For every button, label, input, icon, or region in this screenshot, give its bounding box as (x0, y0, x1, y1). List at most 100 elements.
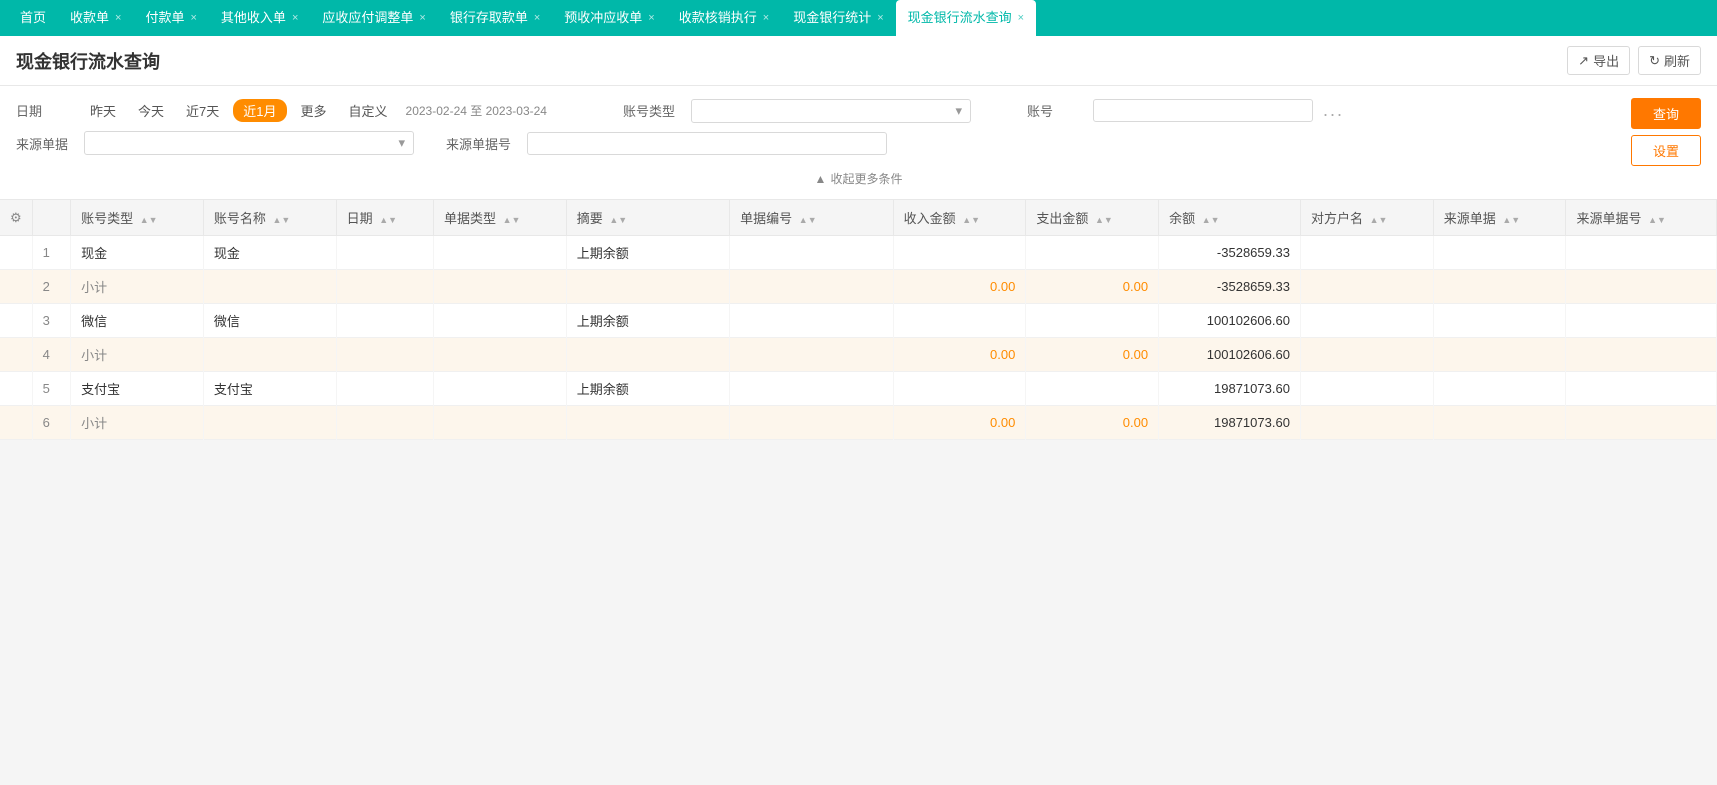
nav-collection-exec[interactable]: 收款核销执行 × (667, 0, 781, 36)
nav-prepay-offset-close[interactable]: × (648, 0, 654, 36)
account-input[interactable] (1093, 99, 1313, 122)
source-doc-filter-label: 来源单据 (16, 134, 68, 153)
cell-balance-3: 100102606.60 (1159, 338, 1301, 372)
collapse-bar[interactable]: ▲ 收起更多条件 (16, 166, 1701, 191)
cell-num-0: 1 (32, 236, 70, 270)
export-button[interactable]: ↗ 导出 (1567, 46, 1630, 75)
cell-counterparty-5 (1300, 406, 1433, 440)
settings-button[interactable]: 设置 (1631, 135, 1701, 166)
date-opt-7days[interactable]: 近7天 (178, 99, 227, 122)
account-type-arrow-icon: ▾ (955, 103, 962, 119)
source-doc-no-input[interactable] (527, 132, 887, 155)
sort-expense-icon[interactable]: ▲▼ (1095, 215, 1113, 225)
sort-counterparty-icon[interactable]: ▲▼ (1370, 215, 1388, 225)
cell-source-doc-1 (1433, 270, 1566, 304)
table-header-row: ⚙ 账号类型 ▲▼ 账号名称 ▲▼ 日期 ▲▼ 单据类型 ▲▼ (0, 200, 1717, 236)
nav-cash-bank-stats[interactable]: 现金银行统计 × (781, 0, 895, 36)
sort-account-name-icon[interactable]: ▲▼ (273, 215, 291, 225)
sort-doc-type-icon[interactable]: ▲▼ (503, 215, 521, 225)
nav-home-label: 首页 (20, 0, 46, 36)
nav-other-income-label: 其他收入单 (221, 0, 286, 36)
nav-cash-bank-flow-close[interactable]: × (1018, 0, 1024, 36)
sort-balance-icon[interactable]: ▲▼ (1202, 215, 1220, 225)
nav-other-income[interactable]: 其他收入单 × (209, 0, 310, 36)
nav-receipt[interactable]: 收款单 × (58, 0, 133, 36)
cell-account-name-4: 支付宝 (203, 372, 336, 406)
filter-area: 日期 昨天 今天 近7天 近1月 更多 自定义 2023-02-24 至 202… (0, 86, 1717, 200)
nav-payment-close[interactable]: × (190, 0, 196, 36)
cell-gear-2 (0, 304, 32, 338)
nav-payment[interactable]: 付款单 × (133, 0, 208, 36)
cell-balance-2: 100102606.60 (1159, 304, 1301, 338)
nav-cash-bank-flow[interactable]: 现金银行流水查询 × (896, 0, 1036, 36)
col-expense[interactable]: 支出金额 ▲▼ (1026, 200, 1159, 236)
col-balance[interactable]: 余额 ▲▼ (1159, 200, 1301, 236)
collapse-label: 收起更多条件 (830, 170, 902, 187)
source-doc-select[interactable]: ▾ (84, 131, 414, 155)
nav-bank-deposit-close[interactable]: × (534, 0, 540, 36)
date-opt-1month[interactable]: 近1月 (233, 99, 286, 122)
query-button[interactable]: 查询 (1631, 98, 1701, 129)
date-opt-today[interactable]: 今天 (130, 99, 172, 122)
sort-summary-icon[interactable]: ▲▼ (609, 215, 627, 225)
col-summary[interactable]: 摘要 ▲▼ (566, 200, 729, 236)
nav-bank-deposit[interactable]: 银行存取款单 × (438, 0, 552, 36)
cell-account-type-1: 小计 (71, 270, 204, 304)
col-account-type[interactable]: 账号类型 ▲▼ (71, 200, 204, 236)
col-income[interactable]: 收入金额 ▲▼ (893, 200, 1026, 236)
col-doc-no[interactable]: 单据编号 ▲▼ (730, 200, 893, 236)
col-counterparty[interactable]: 对方户名 ▲▼ (1300, 200, 1433, 236)
date-filter-label: 日期 (16, 101, 66, 120)
cell-doc-type-2 (433, 304, 566, 338)
col-account-name[interactable]: 账号名称 ▲▼ (203, 200, 336, 236)
date-opt-custom[interactable]: 自定义 (341, 99, 396, 122)
table-row: 6 小计 0.00 0.00 19871073.60 (0, 406, 1717, 440)
cell-expense-4 (1026, 372, 1159, 406)
cell-source-doc-no-3 (1566, 338, 1717, 372)
cell-date-4 (336, 372, 433, 406)
cell-doc-no-4 (730, 372, 893, 406)
query-label: 查询 (1653, 107, 1679, 122)
cell-doc-type-1 (433, 270, 566, 304)
nav-collection-exec-close[interactable]: × (763, 0, 769, 36)
sort-date-icon[interactable]: ▲▼ (379, 215, 397, 225)
col-source-doc[interactable]: 来源单据 ▲▼ (1433, 200, 1566, 236)
source-doc-no-filter-label: 来源单据号 (446, 134, 511, 153)
nav-other-income-close[interactable]: × (292, 0, 298, 36)
cell-doc-no-5 (730, 406, 893, 440)
account-type-select[interactable]: ▾ (691, 99, 971, 123)
cell-gear-1 (0, 270, 32, 304)
refresh-icon: ↻ (1649, 53, 1660, 69)
nav-prepay-offset[interactable]: 预收冲应收单 × (552, 0, 666, 36)
cell-income-1: 0.00 (893, 270, 1026, 304)
col-doc-type[interactable]: 单据类型 ▲▼ (433, 200, 566, 236)
refresh-button[interactable]: ↻ 刷新 (1638, 46, 1701, 75)
cell-summary-3 (566, 338, 729, 372)
nav-ar-ap-adjust-close[interactable]: × (419, 0, 425, 36)
nav-cash-bank-stats-close[interactable]: × (877, 0, 883, 36)
cell-date-2 (336, 304, 433, 338)
cell-account-type-4: 支付宝 (71, 372, 204, 406)
date-opt-more[interactable]: 更多 (293, 99, 335, 122)
sort-source-doc-icon[interactable]: ▲▼ (1502, 215, 1520, 225)
col-source-doc-no[interactable]: 来源单据号 ▲▼ (1566, 200, 1717, 236)
cell-counterparty-0 (1300, 236, 1433, 270)
nav-receipt-close[interactable]: × (115, 0, 121, 36)
col-date[interactable]: 日期 ▲▼ (336, 200, 433, 236)
sort-account-type-icon[interactable]: ▲▼ (140, 215, 158, 225)
sort-source-doc-no-icon[interactable]: ▲▼ (1648, 215, 1666, 225)
nav-home[interactable]: 首页 (8, 0, 58, 36)
cell-source-doc-no-2 (1566, 304, 1717, 338)
date-opt-yesterday[interactable]: 昨天 (82, 99, 124, 122)
nav-ar-ap-adjust[interactable]: 应收应付调整单 × (310, 0, 437, 36)
sort-income-icon[interactable]: ▲▼ (962, 215, 980, 225)
nav-ar-ap-adjust-label: 应收应付调整单 (322, 0, 413, 36)
sort-doc-no-icon[interactable]: ▲▼ (799, 215, 817, 225)
nav-bank-deposit-label: 银行存取款单 (450, 0, 528, 36)
cell-date-3 (336, 338, 433, 372)
date-options: 昨天 今天 近7天 近1月 更多 自定义 2023-02-24 至 2023-0… (82, 99, 547, 122)
account-more-icon[interactable]: ... (1317, 98, 1350, 123)
gear-icon[interactable]: ⚙ (10, 210, 22, 225)
top-navigation: 首页 收款单 × 付款单 × 其他收入单 × 应收应付调整单 × 银行存取款单 … (0, 0, 1717, 36)
cell-account-name-2: 微信 (203, 304, 336, 338)
